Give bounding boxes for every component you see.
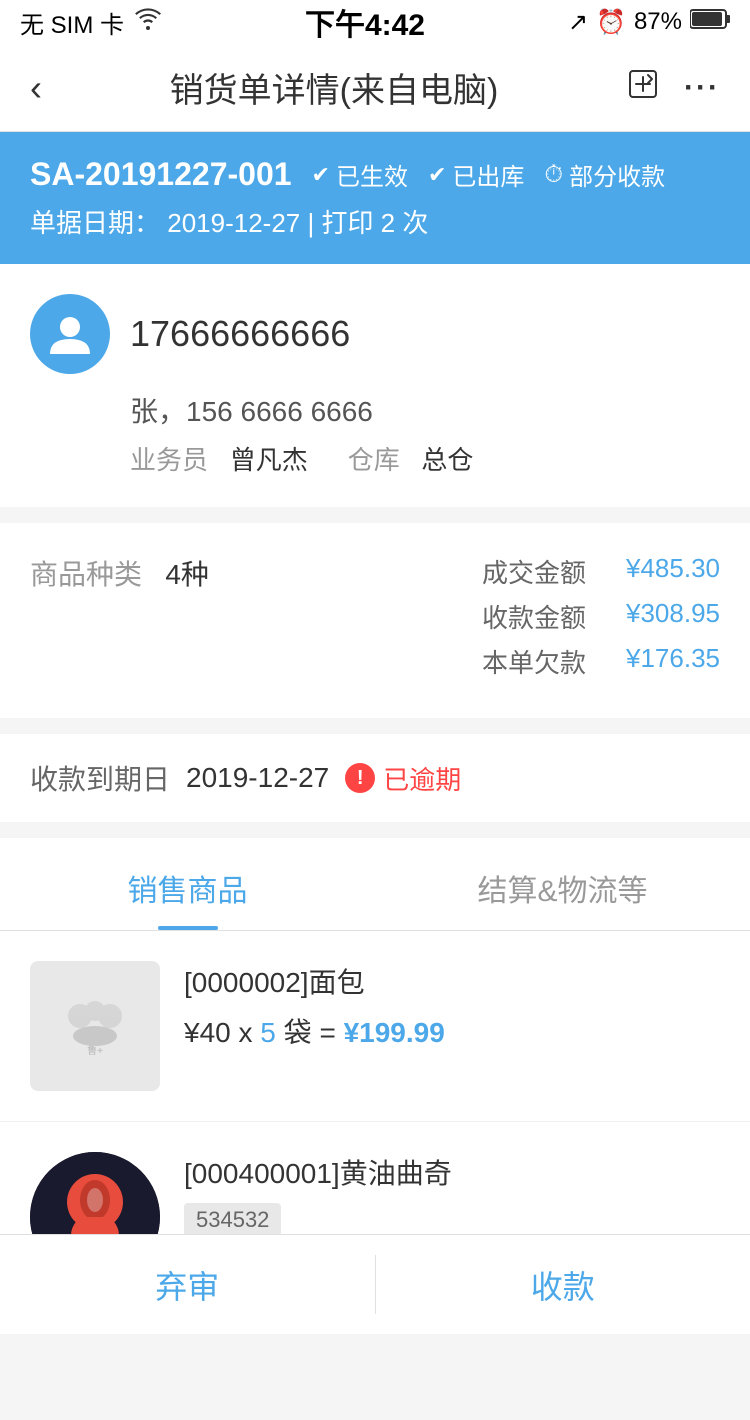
amount-label: 成交金额 bbox=[482, 553, 586, 590]
status-time: 下午4:42 bbox=[305, 0, 425, 44]
back-button[interactable]: ‹ bbox=[30, 67, 42, 109]
order-header: SA-20191227-001 ✔ 已生效 ✔ 已出库 ⏱ 部分收款 单据日期：… bbox=[0, 132, 750, 264]
customer-section: 17666666666 张，156 6666 6666 业务员 曾凡杰 仓库 总… bbox=[0, 264, 750, 507]
product-tag-2: 534532 bbox=[184, 1203, 281, 1237]
status-shipped: ✔ 已出库 bbox=[428, 157, 524, 192]
status-bar: 无 SIM 卡 下午4:42 ↗ ⏰ 87% bbox=[0, 0, 750, 44]
product-type-count: 商品种类 4种 bbox=[30, 553, 209, 593]
due-date-value: 2019-12-27 bbox=[186, 762, 329, 794]
product-info-1: [0000002]面包 ¥40 x 5 袋 = ¥199.99 bbox=[184, 961, 720, 1051]
overdue-icon: ! bbox=[345, 763, 375, 793]
nav-actions: ··· bbox=[626, 67, 720, 109]
status-effected: ✔ 已生效 bbox=[312, 157, 408, 192]
received-value: ¥308.95 bbox=[626, 598, 720, 635]
order-id: SA-20191227-001 bbox=[30, 156, 292, 193]
customer-phone: 17666666666 bbox=[130, 313, 350, 355]
financial-stats: 成交金额 ¥485.30 收款金额 ¥308.95 本单欠款 ¥176.35 bbox=[482, 553, 720, 688]
check-icon-1: ✔ bbox=[312, 162, 330, 188]
page-title: 销货单详情(来自电脑) bbox=[170, 63, 499, 112]
sim-status: 无 SIM 卡 bbox=[20, 5, 124, 40]
warehouse-name: 总仓 bbox=[421, 445, 473, 475]
tab-settlement[interactable]: 结算&物流等 bbox=[375, 838, 750, 930]
svg-text:鲁+: 鲁+ bbox=[87, 1044, 103, 1057]
battery-status: 87% bbox=[634, 8, 682, 36]
sales-name: 曾凡杰 bbox=[230, 445, 308, 475]
collect-payment-button[interactable]: 收款 bbox=[376, 1235, 750, 1334]
product-qty-1: 5 bbox=[260, 1017, 276, 1048]
stats-section: 商品种类 4种 成交金额 ¥485.30 收款金额 ¥308.95 本单欠款 ¥… bbox=[0, 523, 750, 718]
clock-icon: ⏱ bbox=[544, 161, 563, 189]
product-total-1: ¥199.99 bbox=[344, 1017, 445, 1048]
amount-value: ¥485.30 bbox=[626, 553, 720, 590]
warehouse-label: 仓库 bbox=[348, 445, 400, 475]
due-date-section: 收款到期日 2019-12-27 ! 已逾期 bbox=[0, 734, 750, 822]
tabs: 销售商品 结算&物流等 bbox=[0, 838, 750, 931]
share-icon[interactable] bbox=[626, 67, 660, 109]
product-image-1: 鲁+ bbox=[30, 961, 160, 1091]
more-icon[interactable]: ··· bbox=[684, 71, 720, 105]
owed-value: ¥176.35 bbox=[626, 643, 720, 680]
battery-icon bbox=[690, 8, 730, 37]
status-partial: ⏱ 部分收款 bbox=[544, 157, 665, 192]
product-price-1: ¥40 x 5 袋 = ¥199.99 bbox=[184, 1011, 720, 1051]
status-right: ↗ ⏰ 87% bbox=[568, 8, 730, 37]
alarm-icon: ⏰ bbox=[596, 8, 626, 37]
product-name-2: [000400001]黄油曲奇 bbox=[184, 1152, 720, 1192]
sales-label: 业务员 bbox=[130, 445, 208, 475]
customer-details: 业务员 曾凡杰 仓库 总仓 bbox=[30, 440, 720, 477]
product-name-1: [0000002]面包 bbox=[184, 961, 720, 1001]
avatar bbox=[30, 294, 110, 374]
customer-name-phone: 张，156 6666 6666 bbox=[30, 390, 720, 430]
list-item: 鲁+ [0000002]面包 ¥40 x 5 袋 = ¥199.99 bbox=[0, 931, 750, 1122]
received-label: 收款金额 bbox=[482, 598, 586, 635]
check-icon-2: ✔ bbox=[428, 162, 446, 188]
location-icon: ↗ bbox=[568, 8, 588, 37]
due-date-label: 收款到期日 bbox=[30, 758, 170, 798]
wifi-icon bbox=[134, 8, 162, 37]
nav-bar: ‹ 销货单详情(来自电脑) ··· bbox=[0, 44, 750, 132]
tab-products[interactable]: 销售商品 bbox=[0, 838, 375, 930]
abandon-audit-button[interactable]: 弃审 bbox=[0, 1235, 375, 1334]
overdue-status: ! 已逾期 bbox=[345, 760, 461, 797]
bottom-bar: 弃审 收款 bbox=[0, 1234, 750, 1334]
status-left: 无 SIM 卡 bbox=[20, 5, 162, 40]
owed-label: 本单欠款 bbox=[482, 643, 586, 680]
order-date-row: 单据日期： 2019-12-27 | 打印 2 次 bbox=[30, 203, 720, 240]
